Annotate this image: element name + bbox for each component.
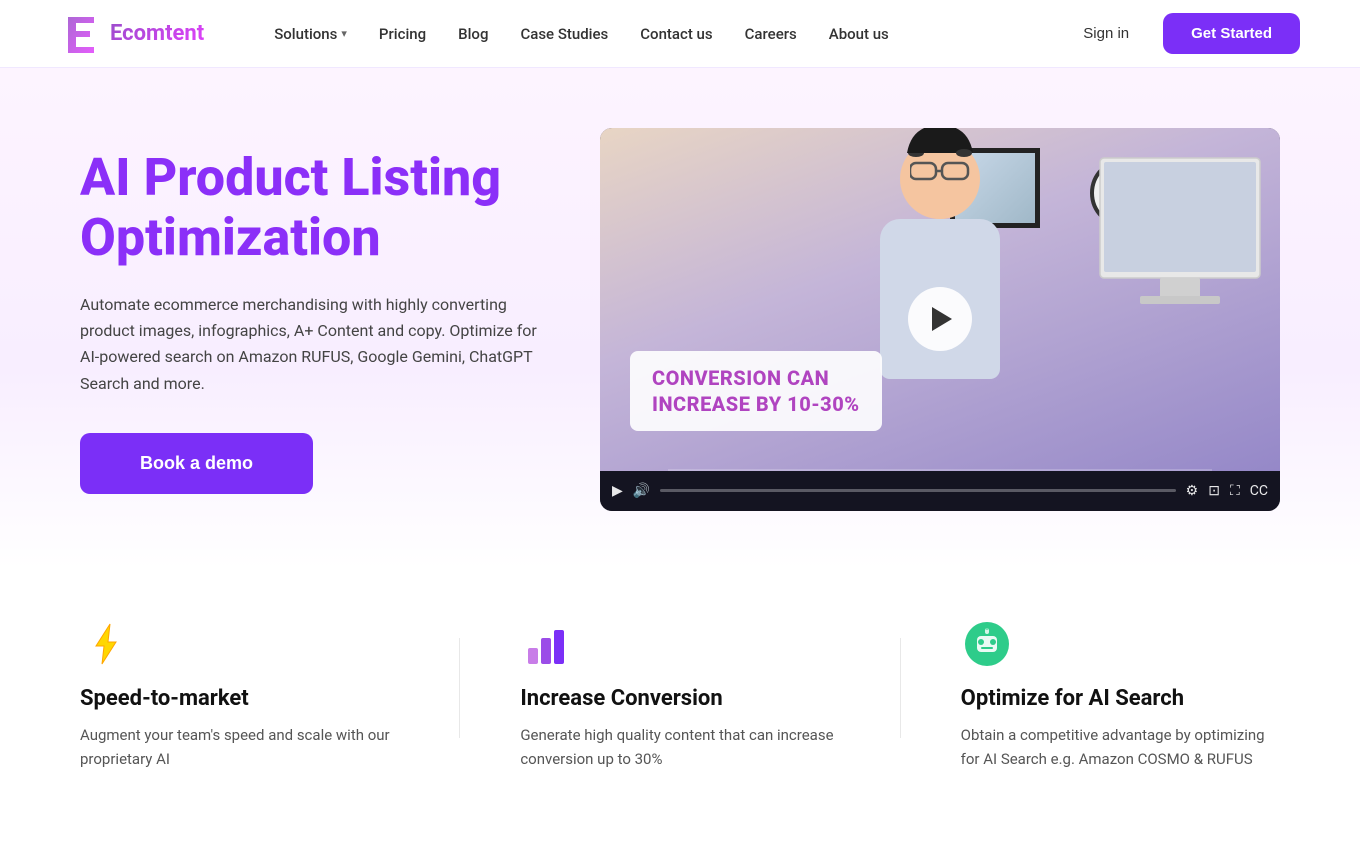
feature-conversion-desc: Generate high quality content that can i… bbox=[520, 723, 839, 771]
video-right-controls: ⚙ ⊡ ⛶ CC bbox=[1186, 483, 1268, 499]
monitor bbox=[1080, 148, 1280, 398]
hero-right: CONVERSION CAN INCREASE BY 10-30% ▶ 🔊 ⚙ … bbox=[600, 128, 1280, 511]
ai-search-icon bbox=[963, 620, 1011, 668]
logo-icon bbox=[60, 11, 102, 57]
main-nav: Solutions ▾ Pricing Blog Case Studies Co… bbox=[260, 17, 1029, 51]
nav-blog[interactable]: Blog bbox=[444, 17, 502, 51]
nav-contact-us[interactable]: Contact us bbox=[626, 17, 726, 51]
logo[interactable]: Ecomtent bbox=[60, 11, 204, 57]
hero-title: AI Product Listing Optimization bbox=[80, 148, 540, 268]
lightning-icon bbox=[82, 620, 130, 668]
logo-text: Ecomtent bbox=[110, 21, 204, 46]
video-settings-button[interactable]: ⚙ bbox=[1186, 483, 1199, 499]
feature-speed: Speed-to-market Augment your team's spee… bbox=[80, 618, 399, 771]
nav-about-us[interactable]: About us bbox=[815, 17, 903, 51]
video-caption-button[interactable]: CC bbox=[1250, 483, 1268, 499]
feature-divider-1 bbox=[459, 638, 460, 738]
feature-conversion-title: Increase Conversion bbox=[520, 686, 839, 711]
features-section: Speed-to-market Augment your team's spee… bbox=[0, 568, 1360, 821]
feature-conversion-icon-wrapper bbox=[520, 618, 572, 670]
video-pip-button[interactable]: ⊡ bbox=[1208, 483, 1220, 499]
get-started-button[interactable]: Get Started bbox=[1163, 13, 1300, 54]
chevron-down-icon: ▾ bbox=[341, 27, 347, 40]
chart-icon bbox=[522, 620, 570, 668]
hero-section: AI Product Listing Optimization Automate… bbox=[0, 68, 1360, 568]
sign-in-button[interactable]: Sign in bbox=[1065, 17, 1147, 50]
feature-ai-search: Optimize for AI Search Obtain a competit… bbox=[961, 618, 1280, 771]
navbar: Ecomtent Solutions ▾ Pricing Blog Case S… bbox=[0, 0, 1360, 68]
video-play-button[interactable] bbox=[908, 287, 972, 351]
nav-actions: Sign in Get Started bbox=[1065, 13, 1300, 54]
feature-ai-search-title: Optimize for AI Search bbox=[961, 686, 1280, 711]
nav-pricing[interactable]: Pricing bbox=[365, 17, 440, 51]
video-volume-button[interactable]: 🔊 bbox=[633, 483, 650, 499]
feature-speed-icon-wrapper bbox=[80, 618, 132, 670]
feature-ai-icon-wrapper bbox=[961, 618, 1013, 670]
book-demo-button[interactable]: Book a demo bbox=[80, 433, 313, 494]
char-glasses bbox=[910, 161, 970, 181]
video-play-pause-button[interactable]: ▶ bbox=[612, 483, 623, 499]
monitor-svg bbox=[1080, 148, 1280, 398]
video-progress-bar[interactable] bbox=[660, 489, 1175, 492]
video-controls: ▶ 🔊 ⚙ ⊡ ⛶ CC bbox=[600, 471, 1280, 511]
hero-left: AI Product Listing Optimization Automate… bbox=[80, 128, 540, 494]
feature-divider-2 bbox=[900, 638, 901, 738]
feature-conversion: Increase Conversion Generate high qualit… bbox=[520, 618, 839, 771]
video-overlay-text: CONVERSION CAN INCREASE BY 10-30% bbox=[630, 351, 882, 431]
feature-ai-search-desc: Obtain a competitive advantage by optimi… bbox=[961, 723, 1280, 771]
video-fullscreen-button[interactable]: ⛶ bbox=[1230, 483, 1240, 499]
hero-description: Automate ecommerce merchandising with hi… bbox=[80, 292, 540, 398]
feature-speed-desc: Augment your team's speed and scale with… bbox=[80, 723, 399, 771]
char-hair bbox=[902, 128, 978, 155]
char-head bbox=[900, 139, 980, 219]
feature-speed-title: Speed-to-market bbox=[80, 686, 399, 711]
nav-case-studies[interactable]: Case Studies bbox=[506, 17, 622, 51]
nav-solutions[interactable]: Solutions ▾ bbox=[260, 17, 361, 51]
video-player[interactable]: CONVERSION CAN INCREASE BY 10-30% ▶ 🔊 ⚙ … bbox=[600, 128, 1280, 511]
nav-careers[interactable]: Careers bbox=[731, 17, 811, 51]
